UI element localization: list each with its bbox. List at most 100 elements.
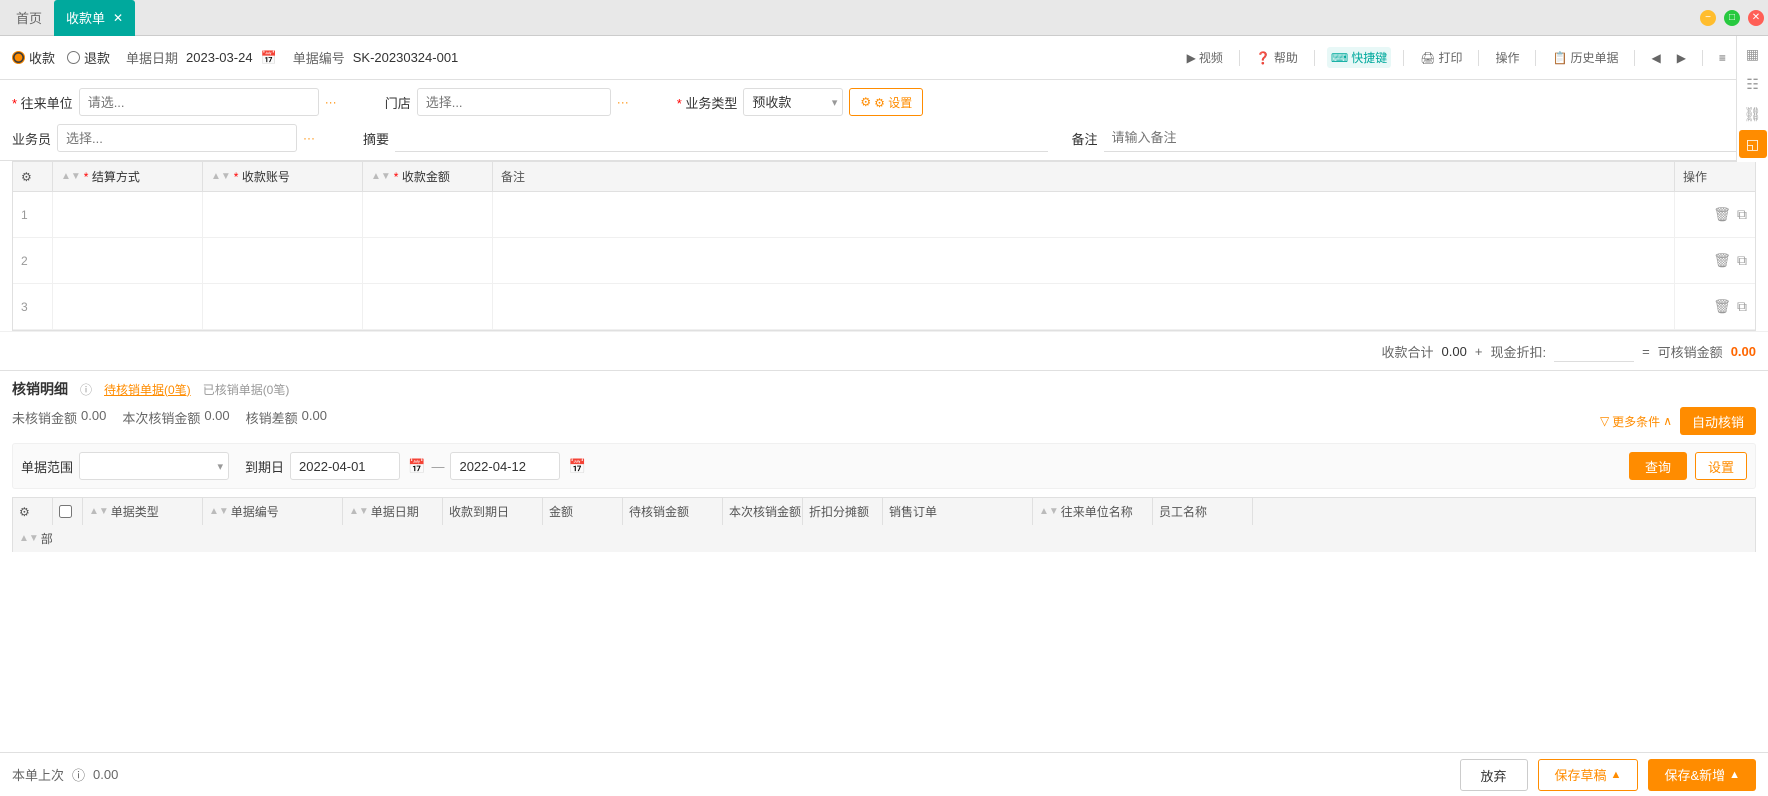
- right-sidebar: ▦ ☷ ⛓ ◱: [1736, 36, 1768, 162]
- summary-field: 摘要: [363, 124, 1048, 152]
- window-minimize-button[interactable]: −: [1700, 10, 1716, 26]
- row-2-settlement[interactable]: [53, 238, 203, 283]
- due-date-end-input[interactable]: [450, 452, 560, 480]
- row-1-delete-icon[interactable]: 🗑: [1713, 206, 1731, 223]
- due-date-start-calendar-icon[interactable]: 📅: [408, 458, 425, 475]
- help-icon: ❓: [1256, 51, 1271, 65]
- top-toolbar: 收款 退款 单据日期 2023-03-24 📅 单据编号 SK-20230324…: [0, 36, 1768, 80]
- filter-settings-button[interactable]: 设置: [1695, 452, 1747, 480]
- row-1-settlement[interactable]: [53, 192, 203, 237]
- counterpart-field: 往来单位 ···: [12, 88, 337, 116]
- sidebar-expand-icon[interactable]: ◱: [1739, 130, 1767, 158]
- query-button[interactable]: 查询: [1629, 452, 1687, 480]
- bottom-right: 放弃 保存草稿 ▲ 保存&新增 ▲: [1460, 759, 1756, 791]
- print-button[interactable]: 🖨 打印: [1416, 47, 1466, 68]
- vcol-dept: ▲▼ 部门名称: [13, 525, 53, 552]
- ops-button[interactable]: 操作: [1491, 47, 1523, 68]
- biz-type-dropdown[interactable]: 预收款: [743, 88, 843, 116]
- diff-stat: 核销差额 0.00: [246, 408, 327, 427]
- row-2-copy-icon[interactable]: ⧉: [1737, 252, 1747, 269]
- vtable-settings-icon[interactable]: ⚙: [19, 505, 30, 519]
- date-calendar-icon[interactable]: 📅: [261, 50, 277, 66]
- counterpart-more-button[interactable]: ···: [325, 95, 337, 109]
- video-button[interactable]: ▶ 视频: [1183, 47, 1227, 68]
- row-1-account[interactable]: [203, 192, 363, 237]
- amount-col-header: ▲▼ 收款金额: [363, 162, 493, 191]
- verify-right-actions: ▽ 更多条件 ∧ 自动核销: [1600, 407, 1756, 435]
- row-1-remark[interactable]: [493, 192, 1675, 237]
- window-maximize-button[interactable]: □: [1724, 10, 1740, 26]
- sidebar-attach-icon[interactable]: ⛓: [1739, 100, 1767, 128]
- range-dropdown[interactable]: [79, 452, 229, 480]
- range-filter: 单据范围: [21, 452, 229, 480]
- divider: [1535, 50, 1536, 66]
- shortcut-button[interactable]: ⌨ 快捷键: [1327, 47, 1391, 68]
- list-view-button[interactable]: ≡: [1715, 49, 1730, 67]
- pending-tab[interactable]: 待核销单据(0笔): [104, 381, 191, 398]
- settings-button[interactable]: ⚙ ⚙ 设置: [849, 88, 923, 116]
- shop-input[interactable]: [417, 88, 611, 116]
- row-3-delete-icon[interactable]: 🗑: [1713, 298, 1731, 315]
- nav-prev-button[interactable]: ◀: [1647, 49, 1664, 67]
- unverified-stat: 未核销金额 0.00: [12, 408, 106, 427]
- bottom-bar: 本单上次 ⓘ 0.00 放弃 保存草稿 ▲ 保存&新增 ▲: [0, 752, 1768, 796]
- row-3-copy-icon[interactable]: ⧉: [1737, 298, 1747, 315]
- tab-receipt[interactable]: 收款单 ✕: [54, 0, 135, 36]
- row-3-settlement[interactable]: [53, 284, 203, 329]
- bottom-left: 本单上次 ⓘ 0.00: [12, 765, 118, 784]
- verify-section: 核销明细 ⓘ 待核销单据(0笔) 已核销单据(0笔) 未核销金额 0.00 本次…: [0, 370, 1768, 752]
- vcol-checkbox[interactable]: [53, 498, 83, 525]
- row-2-remark[interactable]: [493, 238, 1675, 283]
- tab-close-icon[interactable]: ✕: [113, 11, 123, 25]
- auto-verify-button[interactable]: 自动核销: [1680, 407, 1756, 435]
- sidebar-list-icon[interactable]: ☷: [1739, 70, 1767, 98]
- row-3-remark[interactable]: [493, 284, 1675, 329]
- staff-more-button[interactable]: ···: [303, 131, 315, 145]
- action-col-header: 操作: [1675, 162, 1755, 191]
- row-2-account[interactable]: [203, 238, 363, 283]
- due-date-filter: 到期日 📅 — 📅: [245, 452, 586, 480]
- vcol-settings[interactable]: ⚙: [13, 498, 53, 525]
- select-all-checkbox[interactable]: [59, 505, 72, 518]
- due-date-end-calendar-icon[interactable]: 📅: [568, 458, 585, 475]
- settings-col-header[interactable]: ⚙: [13, 162, 53, 191]
- range-select[interactable]: [79, 452, 229, 480]
- row-2-delete-icon[interactable]: 🗑: [1713, 252, 1731, 269]
- table-settings-icon[interactable]: ⚙: [21, 170, 32, 184]
- row-2-amount[interactable]: [363, 238, 493, 283]
- discard-button[interactable]: 放弃: [1460, 759, 1528, 791]
- vcol-docdate: ▲▼ 单据日期: [343, 498, 443, 525]
- divider: [1403, 50, 1404, 66]
- tab-home[interactable]: 首页: [4, 0, 54, 36]
- due-date-start-input[interactable]: [290, 452, 400, 480]
- nav-next-button[interactable]: ▶: [1673, 49, 1690, 67]
- window-close-button[interactable]: ✕: [1748, 10, 1764, 26]
- draft-chevron-icon: ▲: [1611, 769, 1622, 781]
- remark-input[interactable]: [1104, 124, 1756, 152]
- summary-input[interactable]: [395, 124, 1047, 152]
- row-3-account[interactable]: [203, 284, 363, 329]
- save-draft-button[interactable]: 保存草稿 ▲: [1538, 759, 1639, 791]
- refund-radio[interactable]: 退款: [67, 48, 110, 67]
- history-button[interactable]: 📋 历史单据: [1548, 47, 1622, 68]
- table-header: ⚙ ▲▼ 结算方式 ▲▼ 收款账号 ▲▼ 收款金额 备注 操作: [13, 162, 1755, 192]
- shop-label: 门店: [385, 93, 411, 112]
- staff-label: 业务员: [12, 129, 51, 148]
- shop-more-button[interactable]: ···: [617, 95, 629, 109]
- help-button[interactable]: ❓ 帮助: [1252, 47, 1302, 68]
- discount-input[interactable]: [1554, 340, 1634, 362]
- row-1-amount[interactable]: [363, 192, 493, 237]
- filter-icon: ▽: [1600, 414, 1609, 428]
- biz-type-select[interactable]: 预收款: [743, 88, 843, 116]
- done-tab[interactable]: 已核销单据(0笔): [203, 381, 290, 398]
- row-3-amount[interactable]: [363, 284, 493, 329]
- more-conditions-button[interactable]: ▽ 更多条件 ∧: [1600, 413, 1672, 430]
- staff-input[interactable]: [57, 124, 297, 152]
- counterpart-input[interactable]: [79, 88, 319, 116]
- save-new-button[interactable]: 保存&新增 ▲: [1648, 759, 1756, 791]
- divider: [1478, 50, 1479, 66]
- toolbar-right-actions: ▶ 视频 ❓ 帮助 ⌨ 快捷键 🖨 打印 操作: [1183, 47, 1756, 68]
- receive-radio[interactable]: 收款: [12, 48, 55, 67]
- row-1-copy-icon[interactable]: ⧉: [1737, 206, 1747, 223]
- sidebar-table-icon[interactable]: ▦: [1739, 40, 1767, 68]
